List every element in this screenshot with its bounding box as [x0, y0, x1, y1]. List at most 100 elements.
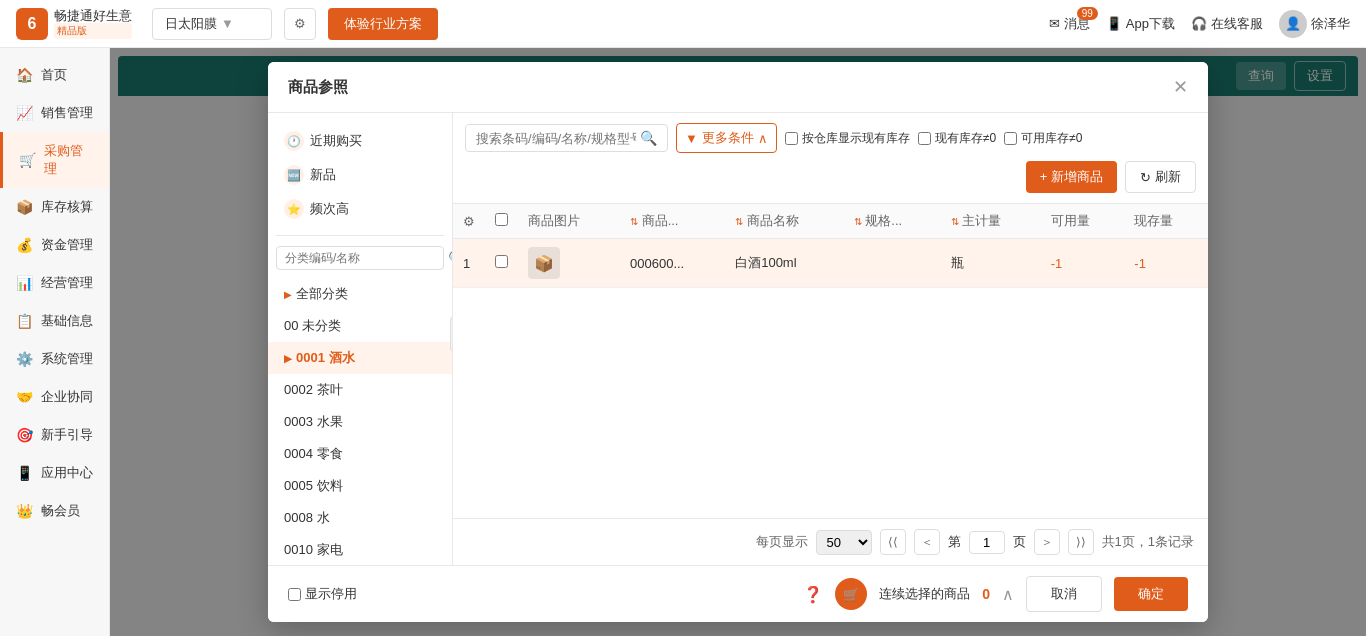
chevron-down-icon: ▼ — [221, 16, 234, 31]
product-search-input[interactable] — [476, 131, 636, 146]
cart-label: 连续选择的商品 — [879, 585, 970, 603]
nav-selector[interactable]: 日太阳膜 ▼ — [152, 8, 272, 40]
cat-liquor[interactable]: ▶ 0001 酒水 — [268, 342, 452, 374]
stock-col-header: 现存量 — [1124, 204, 1208, 239]
page-size-select[interactable]: 50 10 20 100 — [816, 530, 872, 555]
chevron-up-icon: ∧ — [758, 131, 768, 146]
sidebar-item-member[interactable]: 👑 畅会员 — [0, 492, 109, 530]
member-icon: 👑 — [16, 503, 33, 519]
cancel-button[interactable]: 取消 — [1026, 576, 1102, 612]
sidebar-item-apps[interactable]: 📱 应用中心 — [0, 454, 109, 492]
help-icon[interactable]: ❓ — [803, 585, 823, 604]
logo-area: 6 畅捷通好生意 精品版 — [16, 8, 136, 40]
arrow-icon: ▶ — [284, 289, 292, 300]
next-page-button[interactable]: ＞ — [1034, 529, 1060, 555]
spec-col-header[interactable]: ⇅ 规格... — [844, 204, 941, 239]
purchase-icon: 🛒 — [19, 152, 36, 168]
online-service[interactable]: 🎧 在线客服 — [1191, 15, 1263, 33]
last-page-button[interactable]: ⟩⟩ — [1068, 529, 1094, 555]
first-page-button[interactable]: ⟨⟨ — [880, 529, 906, 555]
left-sidebar: 🏠 首页 📈 销售管理 🛒 采购管理 📦 库存核算 💰 资金管理 📊 经营管理 … — [0, 48, 110, 636]
clock-icon: 🕐 — [284, 131, 304, 151]
product-available: -1 — [1041, 239, 1125, 288]
cat-water[interactable]: 0008 水 — [268, 502, 452, 534]
add-product-button[interactable]: + 新增商品 — [1026, 161, 1117, 193]
cart-count: 0 — [982, 586, 990, 602]
more-filter-button[interactable]: ▼ 更多条件 ∧ — [676, 123, 777, 153]
refresh-button[interactable]: ↻ 刷新 — [1125, 161, 1196, 193]
cat-tea[interactable]: 0002 茶叶 — [268, 374, 452, 406]
unit-sort-icon: ⇅ — [951, 216, 959, 227]
apps-icon: 📱 — [16, 465, 33, 481]
close-icon[interactable]: ✕ — [1173, 76, 1188, 98]
cat-recent-item[interactable]: 🕐 近期购买 — [276, 125, 444, 157]
app-download[interactable]: 📱 App下载 — [1106, 15, 1175, 33]
warehouse-checkbox-label[interactable]: 按仓库显示现有库存 — [785, 130, 910, 147]
collapse-sidebar-button[interactable]: 《 — [450, 316, 453, 352]
category-search-input[interactable] — [276, 246, 444, 270]
star-icon: ⭐ — [284, 199, 304, 219]
stock-nonzero-checkbox[interactable] — [918, 132, 931, 145]
sidebar-item-purchase[interactable]: 🛒 采购管理 — [0, 132, 109, 188]
sidebar-item-finance[interactable]: 💰 资金管理 — [0, 226, 109, 264]
table-row[interactable]: 1 📦 000600... 白酒100ml — [453, 239, 1208, 288]
sidebar-item-sales[interactable]: 📈 销售管理 — [0, 94, 109, 132]
finance-icon: 💰 — [16, 237, 33, 253]
settings-col-header[interactable]: ⚙ — [453, 204, 485, 239]
available-nonzero-checkbox[interactable] — [1004, 132, 1017, 145]
collapse-cart-icon[interactable]: ∧ — [1002, 585, 1014, 604]
spec-sort-icon: ⇅ — [854, 216, 862, 227]
name-col-header[interactable]: ⇅ 商品名称 — [725, 204, 843, 239]
top-nav: 6 畅捷通好生意 精品版 日太阳膜 ▼ ⚙ 体验行业方案 ✉ 消息 99 📱 A… — [0, 0, 1366, 48]
message-item[interactable]: ✉ 消息 99 — [1049, 15, 1090, 33]
cat-all[interactable]: ▶ 全部分类 — [268, 278, 452, 310]
sidebar-item-enterprise[interactable]: 🤝 企业协同 — [0, 378, 109, 416]
sidebar-item-operation[interactable]: 📊 经营管理 — [0, 264, 109, 302]
product-spec — [844, 239, 941, 288]
row-checkbox[interactable] — [495, 255, 508, 268]
cart-button[interactable]: 🛒 — [835, 578, 867, 610]
operation-icon: 📊 — [16, 275, 33, 291]
prev-page-button[interactable]: ＜ — [914, 529, 940, 555]
sidebar-item-basic[interactable]: 📋 基础信息 — [0, 302, 109, 340]
cat-new-item[interactable]: 🆕 新品 — [276, 159, 444, 191]
cat-appliance[interactable]: 0010 家电 — [268, 534, 452, 565]
page-info: 共1页，1条记录 — [1102, 533, 1194, 551]
cat-unclassified[interactable]: 00 未分类 — [268, 310, 452, 342]
available-nonzero-checkbox-label[interactable]: 可用库存≠0 — [1004, 130, 1082, 147]
modal-footer: 显示停用 ❓ 🛒 连续选择的商品 0 ∧ 取消 确定 — [268, 565, 1208, 622]
trial-button[interactable]: 体验行业方案 — [328, 8, 438, 40]
cat-fruit[interactable]: 0003 水果 — [268, 406, 452, 438]
page-label-end: 页 — [1013, 533, 1026, 551]
name-sort-icon: ⇅ — [735, 216, 743, 227]
unit-col-header[interactable]: ⇅ 主计量 — [941, 204, 1041, 239]
category-search-icon[interactable]: 🔍 — [448, 250, 453, 266]
cat-beverage[interactable]: 0005 饮料 — [268, 470, 452, 502]
code-col-header[interactable]: ⇅ 商品... — [620, 204, 725, 239]
product-toolbar: 🔍 ▼ 更多条件 ∧ 按仓库显示现有库存 — [453, 113, 1208, 204]
stock-nonzero-checkbox-label[interactable]: 现有库存≠0 — [918, 130, 996, 147]
user-area[interactable]: 👤 徐泽华 — [1279, 10, 1350, 38]
confirm-button[interactable]: 确定 — [1114, 577, 1188, 611]
sales-icon: 📈 — [16, 105, 33, 121]
new-icon: 🆕 — [284, 165, 304, 185]
warehouse-checkbox[interactable] — [785, 132, 798, 145]
checkbox-col-header — [485, 204, 518, 239]
modal-overlay: 商品参照 ✕ 🕐 近期购买 🆕 — [110, 48, 1366, 636]
gear-button[interactable]: ⚙ — [284, 8, 316, 40]
select-all-checkbox[interactable] — [495, 213, 508, 226]
sidebar-item-inventory[interactable]: 📦 库存核算 — [0, 188, 109, 226]
show-disabled-checkbox[interactable] — [288, 588, 301, 601]
cat-frequent-item[interactable]: ⭐ 频次高 — [276, 193, 444, 225]
filter-icon: ▼ — [685, 131, 698, 146]
sidebar-item-guide[interactable]: 🎯 新手引导 — [0, 416, 109, 454]
cat-snack[interactable]: 0004 零食 — [268, 438, 452, 470]
product-search-icon[interactable]: 🔍 — [640, 130, 657, 146]
system-icon: ⚙️ — [16, 351, 33, 367]
sidebar-item-home[interactable]: 🏠 首页 — [0, 56, 109, 94]
page-number-input[interactable] — [969, 531, 1005, 554]
message-badge: 99 — [1077, 7, 1098, 20]
guide-icon: 🎯 — [16, 427, 33, 443]
sidebar-item-system[interactable]: ⚙️ 系统管理 — [0, 340, 109, 378]
show-disabled-label[interactable]: 显示停用 — [288, 585, 357, 603]
